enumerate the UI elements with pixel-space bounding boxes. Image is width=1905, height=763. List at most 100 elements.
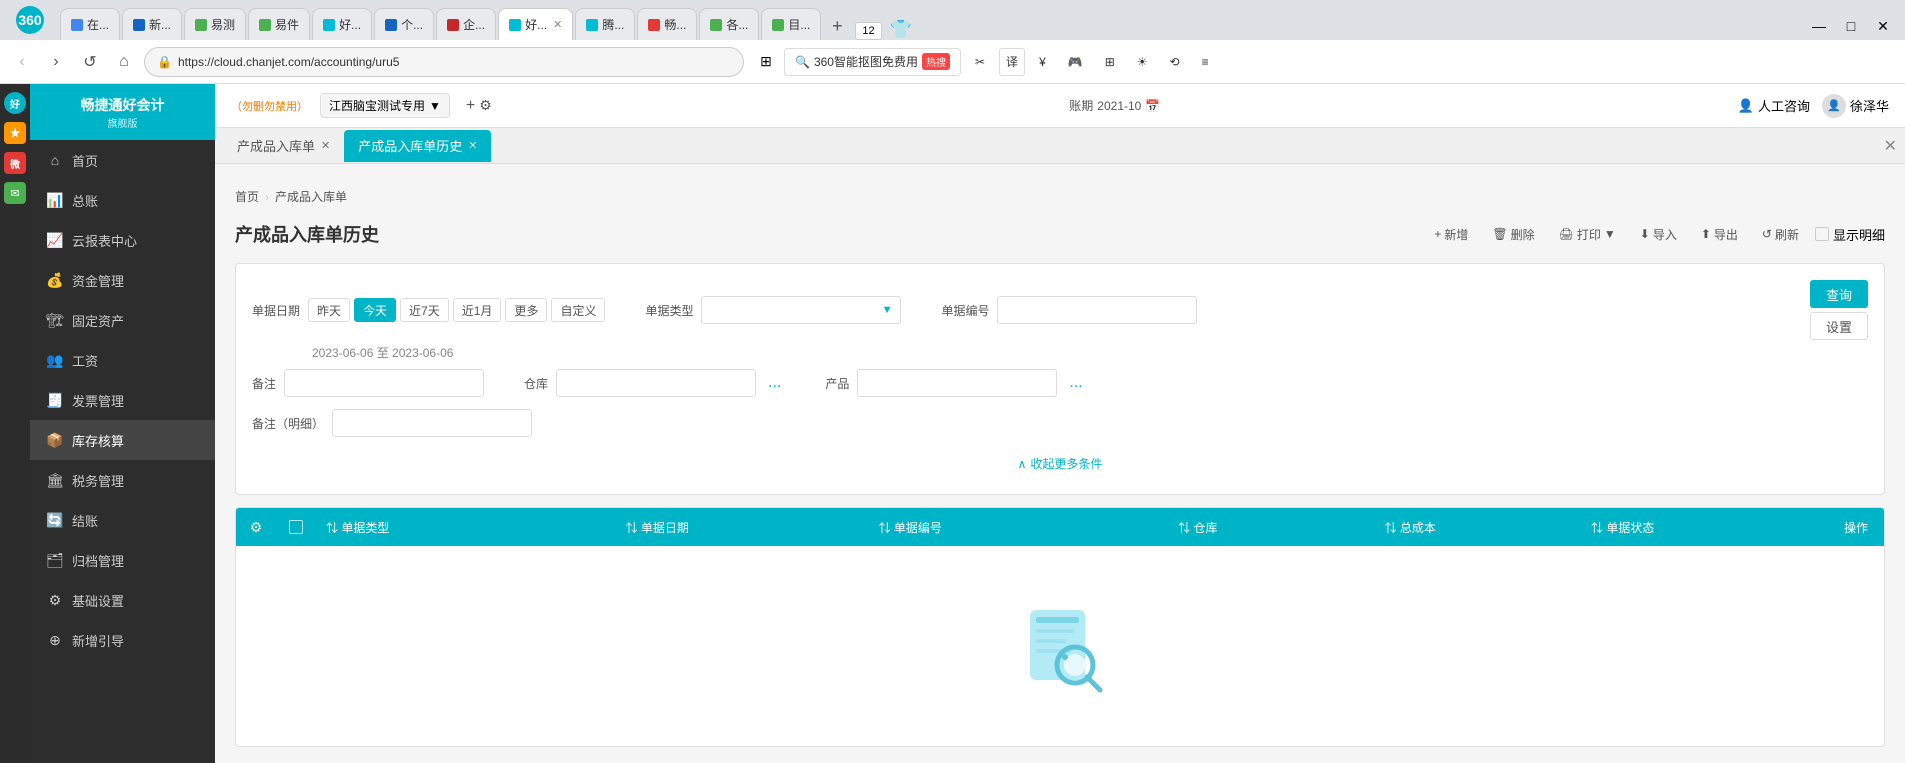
game-btn[interactable]: 🎮	[1060, 48, 1091, 76]
nav-item-payroll[interactable]: 👥 工资	[30, 340, 215, 380]
star-icon[interactable]: ★	[4, 122, 26, 144]
nav-item-report[interactable]: 📈 云报表中心	[30, 220, 215, 260]
tab-11[interactable]: 各...	[699, 8, 759, 40]
theme-btn[interactable]: ☀	[1129, 48, 1156, 76]
mail-icon[interactable]: ✉	[4, 182, 26, 204]
tab-6[interactable]: 个...	[374, 8, 434, 40]
nav-label-ledger: 总账	[72, 191, 98, 210]
query-button[interactable]: 查询	[1810, 280, 1868, 308]
display-toggle[interactable]: 显示明细	[1815, 225, 1885, 244]
tab-3[interactable]: 易测	[184, 8, 246, 40]
product-dots-button[interactable]: ...	[1065, 374, 1086, 392]
grid-icon[interactable]: ⊞	[754, 50, 778, 74]
user-profile[interactable]: 👤 徐泽华	[1822, 94, 1889, 118]
tab-5[interactable]: 好...	[312, 8, 372, 40]
scissors-btn[interactable]: ✂	[967, 48, 993, 76]
nav-item-inventory[interactable]: 📦 库存核算	[30, 420, 215, 460]
delete-button[interactable]: 🗑 删除	[1484, 222, 1542, 247]
date-btn-custom[interactable]: 自定义	[551, 298, 605, 322]
tab-2[interactable]: 新...	[122, 8, 182, 40]
nav-item-home[interactable]: ⌂ 首页	[30, 140, 215, 180]
nav-item-settle[interactable]: 🔄 结账	[30, 500, 215, 540]
th-checkbox[interactable]	[276, 520, 316, 534]
tab-voucher-history[interactable]: 产成品入库单历史 ✕	[344, 130, 491, 162]
nav-item-fixed[interactable]: 🏗 固定资产	[30, 300, 215, 340]
date-btn-yesterday[interactable]: 昨天	[308, 298, 350, 322]
back-button[interactable]: ‹	[8, 48, 36, 76]
back-forward-btn[interactable]: ⟲	[1162, 48, 1188, 76]
date-btn-1month[interactable]: 近1月	[453, 298, 502, 322]
consult-button[interactable]: 👤 人工咨询	[1738, 96, 1810, 115]
tab-9[interactable]: 腾...	[575, 8, 635, 40]
new-tab-button[interactable]: +	[823, 12, 851, 40]
nav-item-tax[interactable]: 🏛 税务管理	[30, 460, 215, 500]
tab-list-close[interactable]: ✕	[321, 139, 330, 152]
th-cost[interactable]: ⇅ 总成本	[1375, 519, 1581, 536]
voucher-number-input[interactable]	[997, 296, 1197, 324]
tab-7[interactable]: 企...	[436, 8, 496, 40]
settings-search-button[interactable]: 设置	[1810, 312, 1868, 340]
empty-illustration	[1010, 595, 1110, 695]
warehouse-dots-button[interactable]: ...	[764, 374, 785, 392]
calendar-icon[interactable]: 📅	[1145, 99, 1160, 113]
tab-8-close[interactable]: ✕	[553, 18, 562, 31]
collapse-bar[interactable]: ∧ 收起更多条件	[252, 449, 1868, 478]
search-area[interactable]: 🔍 360智能抠图免费用 热搜	[784, 48, 961, 76]
minimize-button[interactable]: —	[1805, 12, 1833, 40]
weibo-icon[interactable]: 微	[4, 152, 26, 174]
apps-btn[interactable]: ⊞	[1097, 48, 1123, 76]
nav-item-fund[interactable]: 💰 资金管理	[30, 260, 215, 300]
voucher-type-select[interactable]: ▼	[701, 296, 901, 324]
address-input[interactable]: 🔒 https://cloud.chanjet.com/accounting/u…	[144, 47, 744, 77]
tab-8[interactable]: 好... ✕	[498, 8, 573, 40]
refresh-label: 刷新	[1775, 226, 1799, 243]
date-btn-7days[interactable]: 近7天	[400, 298, 449, 322]
note-input[interactable]	[284, 369, 484, 397]
print-button[interactable]: 🖨 打印 ▼	[1551, 222, 1624, 247]
export-button[interactable]: ⬆ 导出	[1693, 222, 1746, 247]
more-btn[interactable]: ≡	[1194, 48, 1217, 76]
th-voucher-type[interactable]: ⇅ 单据类型	[316, 519, 616, 536]
th-status[interactable]: ⇅ 单据状态	[1581, 519, 1834, 536]
nav-item-archive[interactable]: 🗂 归档管理	[30, 540, 215, 580]
th-settings[interactable]: ⚙	[236, 519, 276, 536]
date-btn-today[interactable]: 今天	[354, 298, 396, 322]
refresh-button[interactable]: ↺	[76, 48, 104, 76]
tab-voucher-list[interactable]: 产成品入库单 ✕	[223, 130, 344, 162]
breadcrumb-home[interactable]: 首页	[235, 188, 259, 205]
th-warehouse[interactable]: ⇅ 仓库	[1168, 519, 1374, 536]
nav-item-invoice[interactable]: 🧾 发票管理	[30, 380, 215, 420]
maximize-button[interactable]: □	[1837, 12, 1865, 40]
company-select[interactable]: 江西脑宝测试专用 ▼	[320, 93, 450, 118]
nav-item-basic[interactable]: ⚙ 基础设置	[30, 580, 215, 620]
date-btn-more[interactable]: 更多	[505, 298, 547, 322]
add-company-button[interactable]: +	[466, 97, 475, 115]
import-button[interactable]: ⬇ 导入	[1632, 222, 1685, 247]
breadcrumb-list[interactable]: 产成品入库单	[275, 188, 347, 205]
nav-item-more[interactable]: ⊕ 新增引导	[30, 620, 215, 660]
nav-item-ledger[interactable]: 📊 总账	[30, 180, 215, 220]
tab-1[interactable]: 在...	[60, 8, 120, 40]
home-button[interactable]: ⌂	[110, 48, 138, 76]
tab-12[interactable]: 目...	[761, 8, 821, 40]
add-button[interactable]: + 新增	[1426, 222, 1476, 247]
forward-button[interactable]: ›	[42, 48, 70, 76]
tab-4[interactable]: 易件	[248, 8, 310, 40]
th-date[interactable]: ⇅ 单据日期	[616, 519, 869, 536]
app-logo-icon[interactable]: 好	[4, 92, 26, 114]
product-input[interactable]	[857, 369, 1057, 397]
settings-top-button[interactable]: ⚙	[479, 97, 492, 114]
browser-logo[interactable]: 360	[16, 6, 44, 34]
header-checkbox[interactable]	[289, 520, 303, 534]
tab-10[interactable]: 畅...	[637, 8, 697, 40]
close-panel[interactable]: ✕	[1884, 136, 1897, 156]
close-button[interactable]: ✕	[1869, 12, 1897, 40]
detail-note-input[interactable]	[332, 409, 532, 437]
tab-history-close[interactable]: ✕	[468, 139, 477, 152]
th-number[interactable]: ⇅ 单据编号	[869, 519, 1169, 536]
warehouse-input[interactable]	[556, 369, 756, 397]
refresh-action-button[interactable]: ↺ 刷新	[1754, 222, 1807, 247]
translate-btn[interactable]: 译	[999, 48, 1025, 76]
display-checkbox[interactable]	[1815, 227, 1829, 241]
yuan-btn[interactable]: ¥	[1031, 48, 1054, 76]
